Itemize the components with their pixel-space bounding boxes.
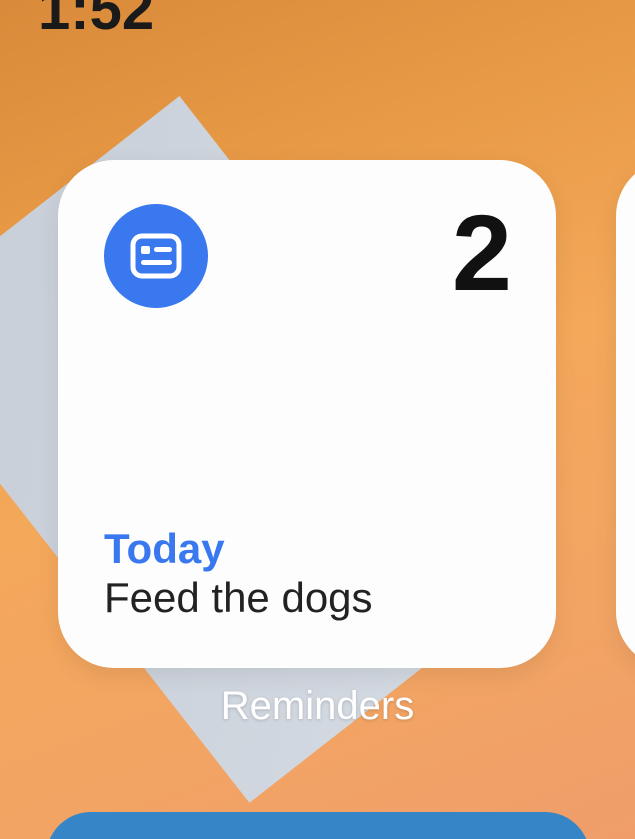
- dock[interactable]: [46, 812, 590, 839]
- reminders-widget[interactable]: 2 Today Feed the dogs: [58, 160, 556, 668]
- adjacent-widget[interactable]: [616, 160, 635, 668]
- reminders-item-title: Feed the dogs: [104, 574, 510, 622]
- status-bar-time: 1:52: [38, 0, 154, 43]
- reminders-list-icon: [104, 204, 208, 308]
- widget-app-label: Reminders: [0, 684, 635, 729]
- reminders-section-title: Today: [104, 526, 510, 572]
- widget-header: 2: [104, 204, 510, 308]
- widget-body: Today Feed the dogs: [104, 526, 510, 628]
- reminders-count: 2: [452, 204, 510, 301]
